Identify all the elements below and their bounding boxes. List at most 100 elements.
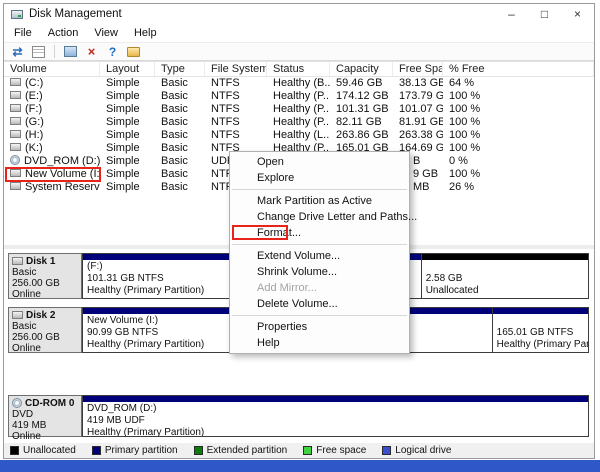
legend-label: Unallocated [23,445,76,456]
column-header-file-system[interactable]: File System [205,62,267,76]
partition-detail: 2.58 GB [426,273,588,285]
volume-name: DVD_ROM (D:) [24,155,100,167]
context-menu-item-help[interactable]: Help [230,335,409,351]
partition-info: DVD_ROM (D:)419 MB UDFHealthy (Primary P… [83,402,588,437]
partition-segment[interactable]: DVD_ROM (D:)419 MB UDFHealthy (Primary P… [82,395,589,437]
menu-file[interactable]: File [6,25,40,41]
cell-status: Healthy (P... [267,103,330,116]
cell-capacity: 101.31 GB [330,103,393,116]
disk-info-box[interactable]: Disk 2Basic256.00 GBOnline [8,307,82,353]
drive-icon [10,78,21,86]
cell-status: Healthy (B... [267,77,330,90]
cell-pct_free: 100 % [443,142,594,155]
cell-fs: NTFS [205,103,267,116]
drive-icon [10,130,21,138]
maximize-button[interactable]: □ [528,4,561,24]
disk-name-label: CD-ROM 0 [25,398,74,409]
partition-segment[interactable]: 2.58 GBUnallocated [422,253,589,299]
context-menu-item-add-mirror[interactable]: Add Mirror... [230,280,409,296]
partition-info: 165.01 GB NTFSHealthy (Primary Partition… [493,314,588,351]
context-menu-item-open[interactable]: Open [230,154,409,170]
partition-detail: 419 MB UDF [87,415,588,427]
cell-pct_free: 100 % [443,116,594,129]
toolbar-separator [54,45,55,58]
disk-name-label: Disk 2 [26,310,55,321]
column-header-volume[interactable]: Volume [4,62,100,76]
cell-volume: (C:) [4,77,100,90]
cell-volume: New Volume (I:) [4,168,100,181]
context-menu-item-change-drive-letter-and-paths[interactable]: Change Drive Letter and Paths... [230,209,409,225]
volume-name: New Volume (I:) [25,168,100,180]
context-menu-label: Shrink Volume... [257,266,337,278]
legend-label: Free space [316,445,366,456]
volume-row-f[interactable]: (F:)SimpleBasicNTFSHealthy (P...101.31 G… [4,103,594,116]
column-header-free-spa[interactable]: Free Spa... [393,62,443,76]
column-header-status[interactable]: Status [267,62,330,76]
menu-action[interactable]: Action [40,25,87,41]
context-menu-item-delete-volume[interactable]: Delete Volume... [230,296,409,312]
cell-free: 81.91 GB [393,116,443,129]
context-menu-item-explore[interactable]: Explore [230,170,409,186]
drive-icon [10,182,21,190]
legend-color-swatch [92,446,101,455]
cell-pct_free: 100 % [443,168,594,181]
legend-color-swatch [10,446,19,455]
drive-icon [10,91,21,99]
disk-name: CD-ROM 0 [12,398,78,409]
legend-item-extended-partition: Extended partition [194,445,288,456]
console-tree-toggle-icon[interactable]: ⇄ [11,45,24,59]
context-menu-item-extend-volume[interactable]: Extend Volume... [230,248,409,264]
cell-volume: (H:) [4,129,100,142]
cell-type: Basic [155,77,205,90]
cell-layout: Simple [100,142,155,155]
volume-row-c[interactable]: (C:)SimpleBasicNTFSHealthy (B...59.46 GB… [4,77,594,90]
cell-fs: NTFS [205,77,267,90]
cell-free: 263.38 GB [393,129,443,142]
cell-status: Healthy (L... [267,129,330,142]
title-bar: Disk Management –□× [4,4,594,24]
volume-row-g[interactable]: (G:)SimpleBasicNTFSHealthy (P...82.11 GB… [4,116,594,129]
legend-label: Logical drive [395,445,451,456]
disk-name: Disk 1 [12,256,78,267]
properties-icon[interactable] [64,46,77,57]
volume-table-header: VolumeLayoutTypeFile SystemStatusCapacit… [4,62,594,77]
cell-type: Basic [155,142,205,155]
volume-row-h[interactable]: (H:)SimpleBasicNTFSHealthy (L...263.86 G… [4,129,594,142]
legend-item-unallocated: Unallocated [10,445,76,456]
volume-row-e[interactable]: (E:)SimpleBasicNTFSHealthy (P...174.12 G… [4,90,594,103]
delete-volume-icon[interactable]: × [85,45,98,59]
cell-capacity: 263.86 GB [330,129,393,142]
disk-icon [12,257,23,265]
volume-name: (K:) [25,142,43,154]
folder-icon[interactable] [127,47,140,57]
context-menu-label: Delete Volume... [257,298,338,310]
export-list-icon[interactable] [32,46,45,58]
context-menu-item-format[interactable]: Format... [230,225,409,241]
partition-segment[interactable]: 165.01 GB NTFSHealthy (Primary Partition… [493,307,589,353]
disk-status: Online [12,431,78,442]
context-menu-item-mark-partition-as-active[interactable]: Mark Partition as Active [230,193,409,209]
cell-layout: Simple [100,181,155,194]
cell-type: Basic [155,129,205,142]
column-header-layout[interactable]: Layout [100,62,155,76]
partition-status: Healthy (Primary Partition) [87,427,588,437]
help-icon[interactable]: ? [106,45,119,59]
close-button[interactable]: × [561,4,594,24]
context-menu-item-shrink-volume[interactable]: Shrink Volume... [230,264,409,280]
context-menu-item-properties[interactable]: Properties [230,319,409,335]
column-header-type[interactable]: Type [155,62,205,76]
column-header-free[interactable]: % Free [443,62,594,76]
cell-pct_free: 100 % [443,129,594,142]
disk-info-box[interactable]: Disk 1Basic256.00 GBOnline [8,253,82,299]
cell-volume: DVD_ROM (D:) [4,155,100,168]
toolbar: ⇄ ×? [4,42,594,61]
menu-view[interactable]: View [86,25,126,41]
cell-pct_free: 100 % [443,103,594,116]
menu-help[interactable]: Help [126,25,165,41]
disk-info-box[interactable]: CD-ROM 0DVD419 MBOnline [8,395,82,437]
taskbar-strip [0,460,600,472]
cell-layout: Simple [100,103,155,116]
cell-layout: Simple [100,155,155,168]
column-header-capacity[interactable]: Capacity [330,62,393,76]
minimize-button[interactable]: – [495,4,528,24]
